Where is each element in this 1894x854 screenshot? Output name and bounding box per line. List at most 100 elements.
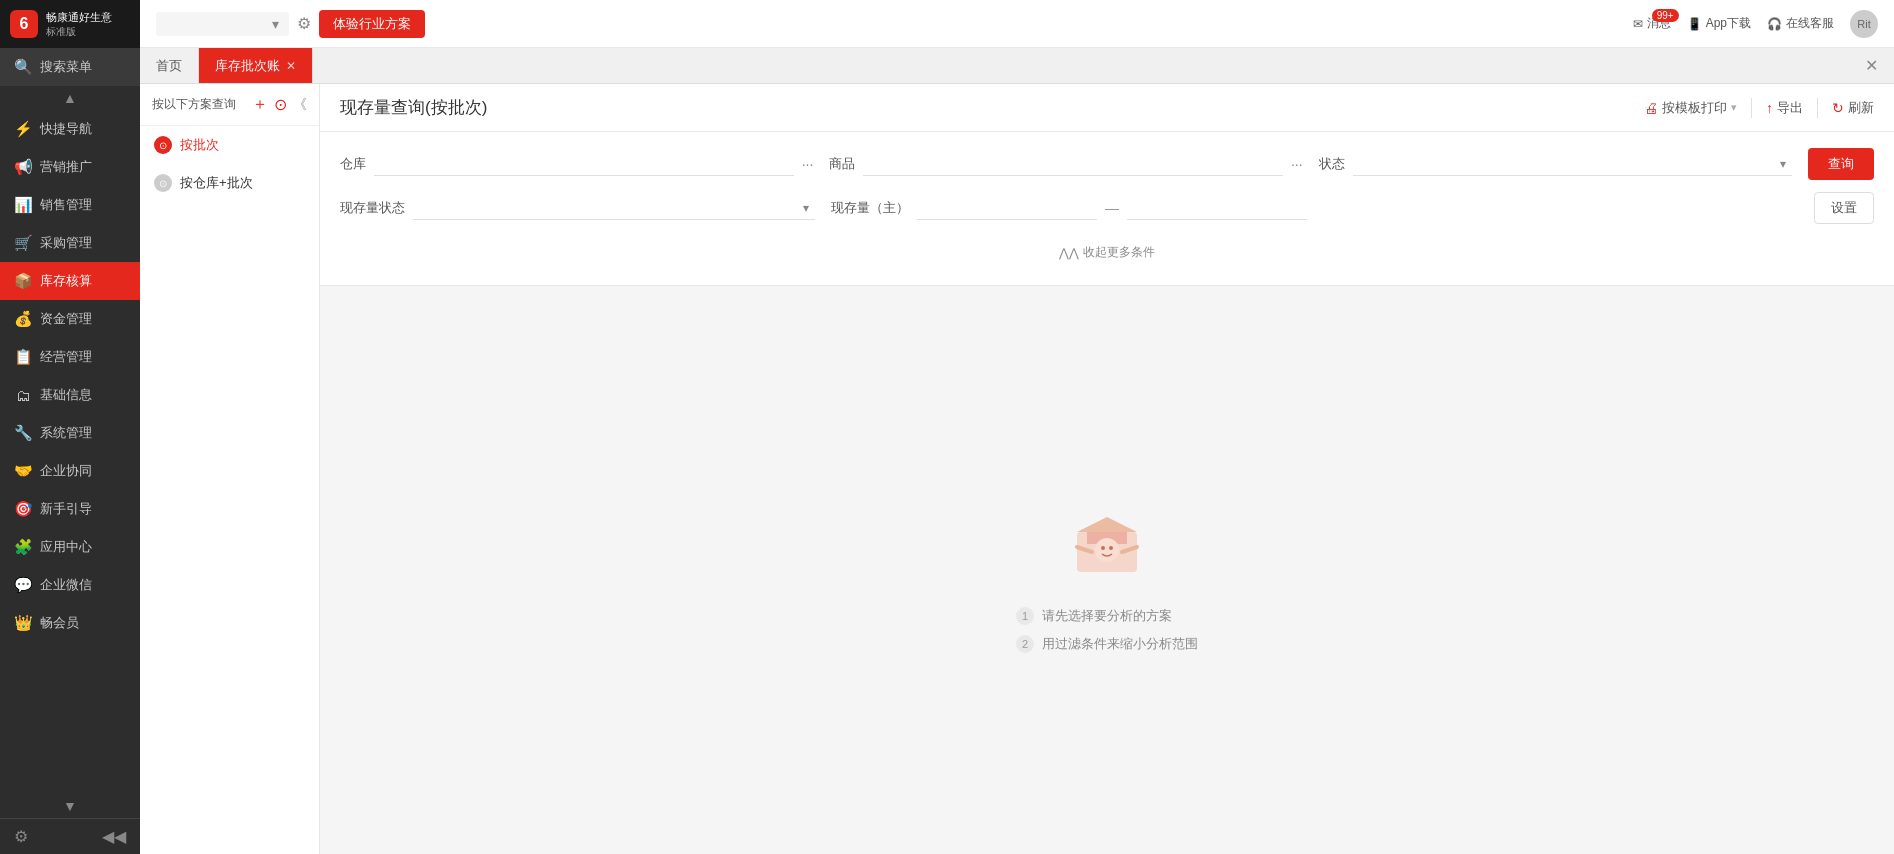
sidebar-item-inventory[interactable]: 📦 库存核算 — [0, 262, 140, 300]
right-content: 现存量查询(按批次) 🖨 按模板打印 ▾ ↑ 导出 ↻ 刷 — [320, 84, 1894, 854]
sidebar-item-enterprise[interactable]: 🤝 企业协同 — [0, 452, 140, 490]
app-name: 畅康通好生意 标准版 — [46, 10, 112, 37]
wechat-icon: 💬 — [14, 576, 32, 594]
page-title: 现存量查询(按批次) — [340, 96, 487, 119]
sidebar-item-quick-nav[interactable]: ⚡ 快捷导航 — [0, 110, 140, 148]
svg-point-4 — [1101, 546, 1105, 550]
sidebar-item-marketing[interactable]: 📢 营销推广 — [0, 148, 140, 186]
finance-icon: 💰 — [14, 310, 32, 328]
tab-home[interactable]: 首页 — [140, 48, 199, 83]
inventory-status-select-wrap: 全部 ▾ — [413, 196, 815, 220]
sidebar-item-finance[interactable]: 💰 资金管理 — [0, 300, 140, 338]
tab-close-inventory-batch[interactable]: ✕ — [286, 59, 296, 73]
messages-badge: 99+ — [1652, 9, 1679, 22]
filter-row-2: 现存量状态 全部 ▾ 现存量（主） — — [340, 192, 1874, 224]
qty-dash: — — [1105, 200, 1119, 216]
inventory-qty-from[interactable] — [917, 196, 1097, 220]
inventory-qty-to[interactable] — [1127, 196, 1307, 220]
status-label: 状态 — [1319, 155, 1345, 173]
footer-settings-icon[interactable]: ⚙ — [14, 827, 28, 846]
app-logo: 6 — [10, 10, 38, 38]
refresh-icon: ↻ — [1832, 100, 1844, 116]
export-btn[interactable]: ↑ 导出 — [1766, 99, 1803, 117]
left-panel-actions: ＋ ⊙ 《 — [252, 94, 307, 115]
tabbar: 首页 库存批次账 ✕ ✕ — [140, 48, 1894, 84]
sidebar-item-basic[interactable]: 🗂 基础信息 — [0, 376, 140, 414]
filter-status: 状态 全部 ▾ — [1319, 152, 1792, 176]
page-header: 现存量查询(按批次) 🖨 按模板打印 ▾ ↑ 导出 ↻ 刷 — [320, 84, 1894, 132]
empty-illustration — [1047, 487, 1167, 587]
plan-settings-btn[interactable]: ⊙ — [274, 95, 287, 114]
sidebar-item-sales[interactable]: 📊 销售管理 — [0, 186, 140, 224]
enterprise-icon: 🤝 — [14, 462, 32, 480]
app-download-btn[interactable]: 📱 App下载 — [1687, 15, 1751, 32]
messages-btn[interactable]: ✉ 消息 99+ — [1633, 15, 1671, 32]
warehouse-more-btn[interactable]: ··· — [802, 156, 814, 172]
settings-btn[interactable]: 设置 — [1814, 192, 1874, 224]
experience-btn[interactable]: 体验行业方案 — [319, 10, 425, 38]
sidebar-item-operations[interactable]: 📋 经营管理 — [0, 338, 140, 376]
status-select-wrap: 全部 ▾ — [1353, 152, 1792, 176]
avatar: Rit — [1850, 10, 1878, 38]
topbar-left: ▾ ⚙ 体验行业方案 — [156, 10, 1621, 38]
filter-inventory-status: 现存量状态 全部 ▾ — [340, 196, 815, 220]
warehouse-input[interactable] — [374, 152, 794, 176]
filter-inventory-qty: 现存量（主） — — [831, 196, 1307, 220]
print-dropdown-icon[interactable]: ▾ — [1731, 101, 1737, 114]
member-icon: 👑 — [14, 614, 32, 632]
content-area: 按以下方案查询 ＋ ⊙ 《 ⊙ 按批次 ⊙ 按仓库+批次 — [140, 84, 1894, 854]
sales-icon: 📊 — [14, 196, 32, 214]
main-area: ▾ ⚙ 体验行业方案 ✉ 消息 99+ 📱 App下载 🎧 在线客服 Rit — [140, 0, 1894, 854]
collapse-panel-btn[interactable]: 《 — [293, 96, 307, 114]
topbar-dropdown-btn[interactable]: ▾ — [272, 16, 279, 32]
sidebar-item-search[interactable]: 🔍 搜索菜单 — [0, 48, 140, 86]
add-plan-btn[interactable]: ＋ — [252, 94, 268, 115]
user-avatar-btn[interactable]: Rit — [1850, 10, 1878, 38]
quick-nav-icon: ⚡ — [14, 120, 32, 138]
sidebar-scroll-up[interactable]: ▲ — [0, 86, 140, 110]
basic-icon: 🗂 — [14, 387, 32, 404]
refresh-btn[interactable]: ↻ 刷新 — [1832, 99, 1874, 117]
sidebar-item-wechat[interactable]: 💬 企业微信 — [0, 566, 140, 604]
sidebar-item-apps[interactable]: 🧩 应用中心 — [0, 528, 140, 566]
app-download-icon: 📱 — [1687, 17, 1702, 31]
collapse-bar[interactable]: ⋀⋀ 收起更多条件 — [340, 236, 1874, 269]
svg-point-3 — [1095, 538, 1119, 562]
newbie-icon: 🎯 — [14, 500, 32, 518]
product-more-btn[interactable]: ··· — [1291, 156, 1303, 172]
tab-inventory-batch[interactable]: 库存批次账 ✕ — [199, 48, 313, 83]
query-btn[interactable]: 查询 — [1808, 148, 1874, 180]
plan-item-warehouse-batch[interactable]: ⊙ 按仓库+批次 — [140, 164, 319, 202]
inventory-status-select[interactable]: 全部 — [413, 196, 815, 220]
svg-marker-1 — [1077, 517, 1137, 532]
plan-item-batch[interactable]: ⊙ 按批次 — [140, 126, 319, 164]
sidebar-item-member[interactable]: 👑 畅会员 — [0, 604, 140, 642]
product-input[interactable] — [863, 152, 1283, 176]
filter-row-1: 仓库 ··· 商品 ··· 状态 — [340, 148, 1874, 180]
empty-tips: 1 请先选择要分析的方案 2 用过滤条件来缩小分析范围 — [1016, 607, 1198, 653]
topbar-gear-btn[interactable]: ⚙ — [297, 14, 311, 33]
footer-collapse-icon[interactable]: ◀◀ — [102, 827, 126, 846]
sidebar-scroll-down[interactable]: ▼ — [0, 794, 140, 818]
sidebar-item-newbie[interactable]: 🎯 新手引导 — [0, 490, 140, 528]
marketing-icon: 📢 — [14, 158, 32, 176]
sidebar-item-purchase[interactable]: 🛒 采购管理 — [0, 224, 140, 262]
inventory-qty-label: 现存量（主） — [831, 199, 909, 217]
sidebar-header: 6 畅康通好生意 标准版 — [0, 0, 140, 48]
topbar-search-input[interactable] — [166, 17, 266, 31]
inventory-icon: 📦 — [14, 272, 32, 290]
system-icon: 🔧 — [14, 424, 32, 442]
product-label: 商品 — [829, 155, 855, 173]
print-btn[interactable]: 🖨 按模板打印 ▾ — [1644, 99, 1737, 117]
left-panel: 按以下方案查询 ＋ ⊙ 《 ⊙ 按批次 ⊙ 按仓库+批次 — [140, 84, 320, 854]
sidebar-footer: ⚙ ◀◀ — [0, 818, 140, 854]
svg-point-5 — [1109, 546, 1113, 550]
online-service-btn[interactable]: 🎧 在线客服 — [1767, 15, 1834, 32]
divider-2 — [1817, 98, 1818, 118]
print-icon: 🖨 — [1644, 100, 1658, 116]
sidebar-item-system[interactable]: 🔧 系统管理 — [0, 414, 140, 452]
empty-svg — [1057, 492, 1157, 582]
status-select[interactable]: 全部 — [1353, 152, 1792, 176]
tab-close-all-btn[interactable]: ✕ — [1849, 48, 1894, 83]
topbar-right: ✉ 消息 99+ 📱 App下载 🎧 在线客服 Rit — [1633, 10, 1878, 38]
